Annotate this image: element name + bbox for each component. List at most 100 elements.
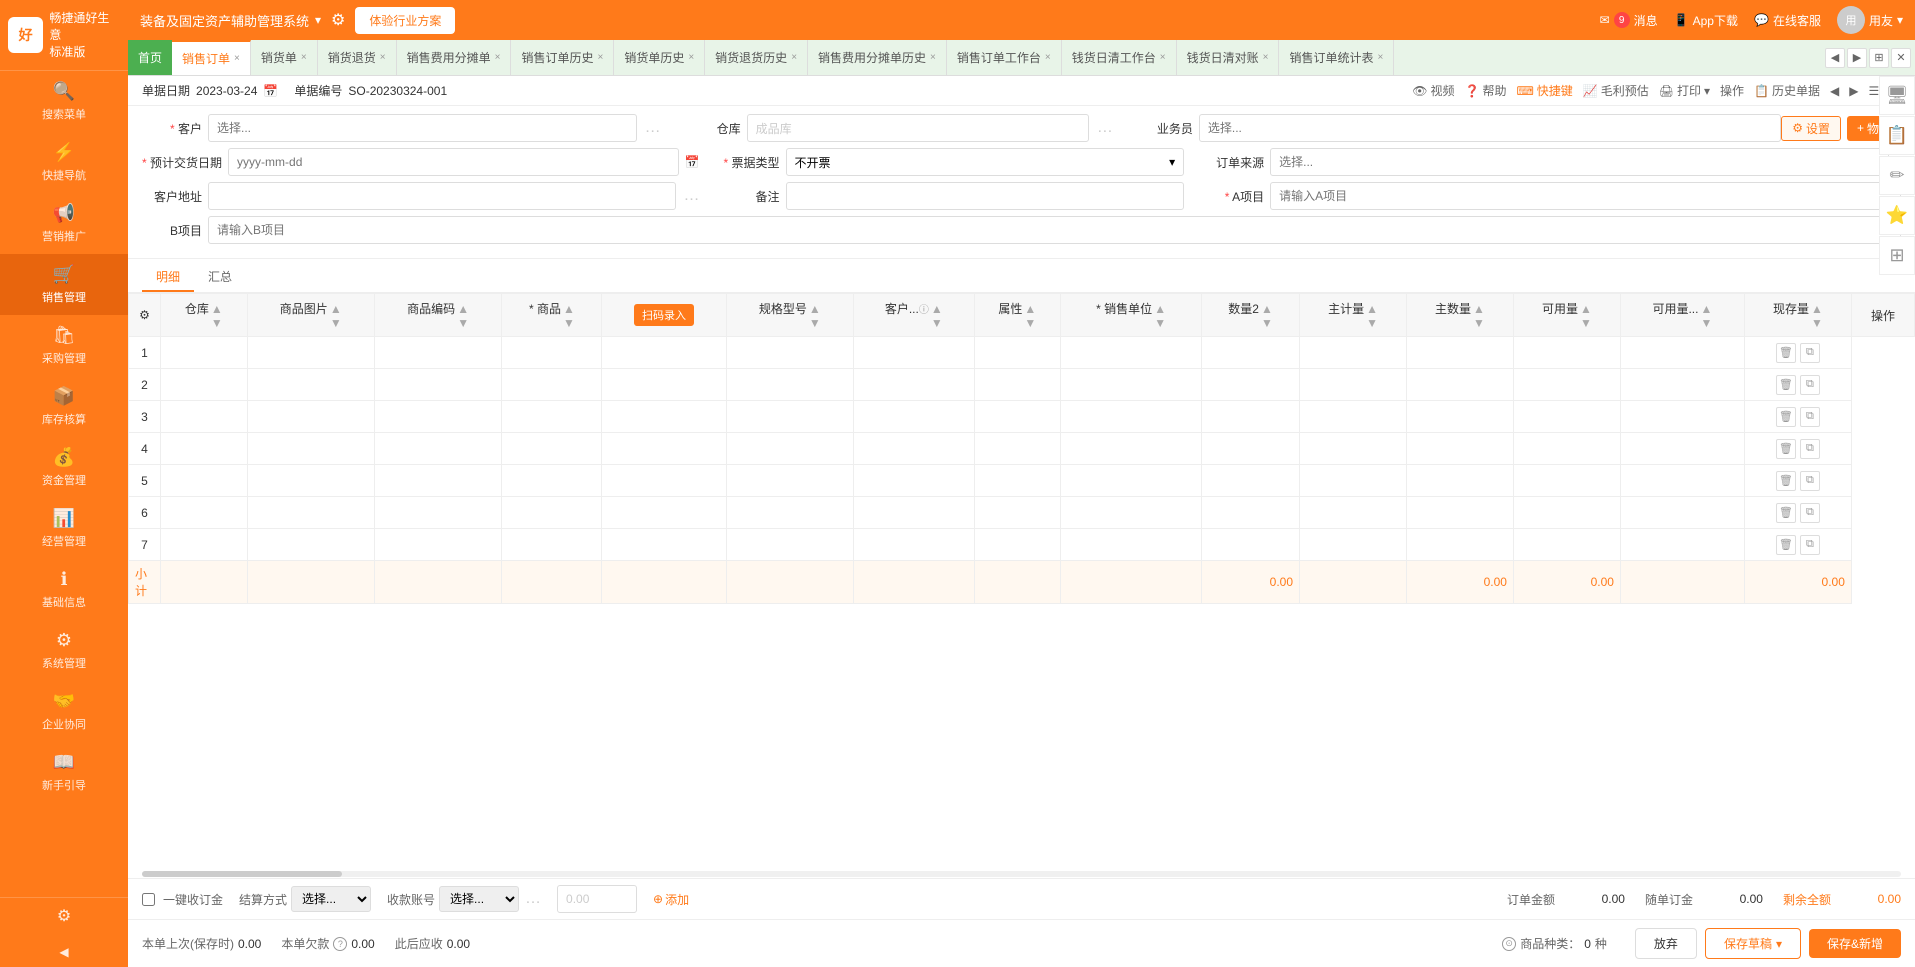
row-copy-btn[interactable]: ⧉: [1800, 375, 1820, 395]
tab-close-all[interactable]: ✕: [1891, 48, 1911, 68]
table-cell[interactable]: [1202, 529, 1300, 561]
right-panel-grid-btn[interactable]: ⊞: [1879, 236, 1915, 275]
table-cell[interactable]: [974, 465, 1061, 497]
table-cell[interactable]: [1620, 337, 1744, 369]
right-panel-edit-btn[interactable]: ✏: [1879, 156, 1915, 195]
tab-1[interactable]: 销售订单×: [172, 40, 251, 76]
table-cell[interactable]: [854, 465, 975, 497]
print-btn[interactable]: 🖨 打印 ▾: [1659, 82, 1710, 99]
table-cell[interactable]: [1513, 369, 1620, 401]
a-project-input[interactable]: [1270, 182, 1901, 210]
row-delete-btn[interactable]: 🗑: [1776, 535, 1796, 555]
table-cell[interactable]: [247, 497, 374, 529]
customer-dots-icon[interactable]: …: [645, 119, 661, 137]
th-15[interactable]: 现存量▲▼: [1744, 294, 1851, 337]
table-cell[interactable]: [161, 369, 248, 401]
table-cell[interactable]: [247, 465, 374, 497]
solution-btn[interactable]: 体验行业方案: [355, 7, 455, 34]
sidebar-item-搜索菜单[interactable]: 🔍搜索菜单: [0, 71, 128, 132]
tab-4[interactable]: 销售费用分摊单×: [397, 40, 512, 76]
goods-info-icon[interactable]: ⊙: [1502, 937, 1516, 951]
sidebar-item-基础信息[interactable]: ℹ基础信息: [0, 559, 128, 620]
table-cell[interactable]: [974, 433, 1061, 465]
owe-info-icon[interactable]: ?: [333, 937, 347, 951]
tab-close-11[interactable]: ×: [1263, 52, 1269, 63]
warehouse-dots-icon[interactable]: …: [1097, 119, 1113, 137]
invoice-select[interactable]: 不开票 ▾: [786, 148, 1185, 176]
table-cell[interactable]: [374, 337, 501, 369]
right-panel-monitor-btn[interactable]: 🖥: [1879, 76, 1915, 115]
sidebar-item-经营管理[interactable]: 📊经营管理: [0, 498, 128, 559]
table-cell[interactable]: [602, 529, 726, 561]
table-cell[interactable]: [1061, 433, 1202, 465]
table-cell[interactable]: [1620, 465, 1744, 497]
row-delete-btn[interactable]: 🗑: [1776, 343, 1796, 363]
table-cell[interactable]: [161, 465, 248, 497]
table-cell[interactable]: [1061, 465, 1202, 497]
table-cell[interactable]: [854, 401, 975, 433]
salesperson-input[interactable]: [1199, 114, 1781, 142]
table-cell[interactable]: [1061, 497, 1202, 529]
add-payment-btn[interactable]: ⊕ 添加: [653, 891, 689, 908]
table-cell[interactable]: [726, 529, 853, 561]
save-new-btn[interactable]: 保存&新增: [1809, 929, 1901, 958]
history-btn[interactable]: 📋 历史单据: [1754, 82, 1820, 99]
table-cell[interactable]: [1407, 401, 1514, 433]
table-cell[interactable]: [247, 529, 374, 561]
table-cell[interactable]: [1202, 465, 1300, 497]
sidebar-item-销售管理[interactable]: 🛒销售管理: [0, 254, 128, 315]
content-tab-0[interactable]: 明细: [142, 263, 194, 292]
account-select[interactable]: 选择...: [439, 886, 519, 912]
row-copy-btn[interactable]: ⧉: [1800, 343, 1820, 363]
table-cell[interactable]: 🗑 ⧉: [1744, 497, 1851, 529]
tab-close-10[interactable]: ×: [1160, 52, 1166, 63]
row-delete-btn[interactable]: 🗑: [1776, 503, 1796, 523]
sidebar-collapse-btn[interactable]: ◀: [0, 937, 128, 967]
table-cell[interactable]: [502, 401, 602, 433]
table-cell[interactable]: [374, 497, 501, 529]
list-view-btn[interactable]: ☰: [1869, 84, 1880, 98]
tab-11[interactable]: 钱货日清对账×: [1177, 40, 1280, 76]
table-cell[interactable]: 🗑 ⧉: [1744, 433, 1851, 465]
table-cell[interactable]: 🗑 ⧉: [1744, 529, 1851, 561]
table-cell[interactable]: [1513, 497, 1620, 529]
tab-3[interactable]: 销货退货×: [318, 40, 397, 76]
table-cell[interactable]: [161, 337, 248, 369]
table-cell[interactable]: [247, 401, 374, 433]
scrollbar-track[interactable]: [142, 871, 1901, 877]
table-cell[interactable]: [726, 465, 853, 497]
table-cell[interactable]: [1513, 337, 1620, 369]
tab-12[interactable]: 销售订单统计表×: [1279, 40, 1394, 76]
online-service-item[interactable]: 💬 在线客服: [1754, 12, 1821, 29]
tab-close-6[interactable]: ×: [688, 52, 694, 63]
row-delete-btn[interactable]: 🗑: [1776, 375, 1796, 395]
table-cell[interactable]: [1407, 497, 1514, 529]
th-2[interactable]: 商品图片▲▼: [247, 294, 374, 337]
table-cell[interactable]: [1061, 369, 1202, 401]
set-btn[interactable]: ⚙ 设置: [1781, 116, 1841, 141]
table-cell[interactable]: 🗑 ⧉: [1744, 369, 1851, 401]
scrollbar-thumb[interactable]: [142, 871, 342, 877]
table-cell[interactable]: [1202, 401, 1300, 433]
table-cell[interactable]: [854, 337, 975, 369]
tab-close-8[interactable]: ×: [930, 52, 936, 63]
tab-expand[interactable]: ⊞: [1869, 48, 1889, 68]
tab-9[interactable]: 销售订单工作台×: [947, 40, 1062, 76]
customer-input[interactable]: [208, 114, 637, 142]
row-copy-btn[interactable]: ⧉: [1800, 471, 1820, 491]
tab-10[interactable]: 钱货日清工作台×: [1062, 40, 1177, 76]
tab-close-3[interactable]: ×: [380, 52, 386, 63]
table-cell[interactable]: [974, 369, 1061, 401]
table-cell[interactable]: [502, 465, 602, 497]
one-click-checkbox[interactable]: [142, 893, 155, 906]
table-cell[interactable]: [974, 529, 1061, 561]
table-cell[interactable]: [502, 529, 602, 561]
table-cell[interactable]: [374, 433, 501, 465]
row-copy-btn[interactable]: ⧉: [1800, 407, 1820, 427]
table-cell[interactable]: [1300, 433, 1407, 465]
table-cell[interactable]: [854, 529, 975, 561]
table-cell[interactable]: [974, 337, 1061, 369]
table-cell[interactable]: [1513, 465, 1620, 497]
table-cell[interactable]: [1513, 401, 1620, 433]
sidebar-item-营销推广[interactable]: 📢营销推广: [0, 193, 128, 254]
